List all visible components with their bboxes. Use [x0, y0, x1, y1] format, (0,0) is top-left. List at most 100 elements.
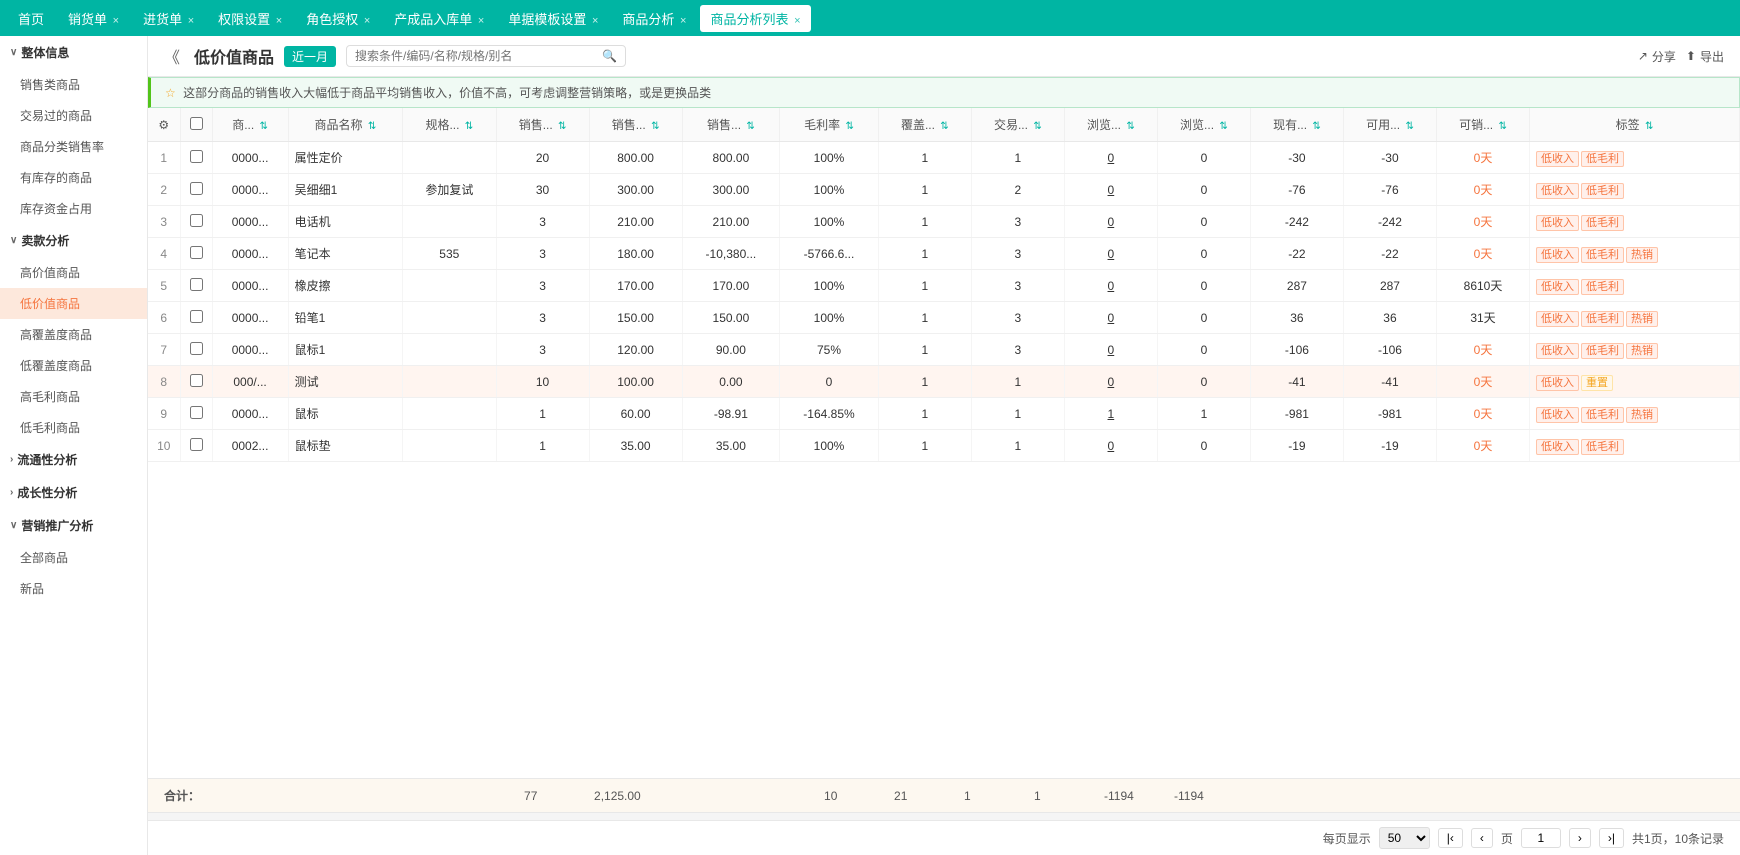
- browse-link[interactable]: 0: [1108, 215, 1115, 229]
- table-header-current-stock[interactable]: 现有... ⇅: [1250, 108, 1343, 142]
- close-icon[interactable]: ×: [794, 15, 800, 27]
- sidebar-item-low-value[interactable]: 低价值商品: [0, 288, 147, 319]
- table-header-trade[interactable]: 交易... ⇅: [971, 108, 1064, 142]
- sidebar-item-stock-products[interactable]: 有库存的商品: [0, 162, 147, 193]
- collapse-sidebar-button[interactable]: 《: [164, 44, 180, 68]
- sidebar-group-liquidity[interactable]: › 流通性分析: [0, 443, 147, 476]
- table-header-available[interactable]: 可用... ⇅: [1343, 108, 1436, 142]
- sidebar-group-overview[interactable]: ∨ 整体信息: [0, 36, 147, 69]
- row-checkbox[interactable]: [180, 334, 212, 366]
- product-name[interactable]: 橡皮擦: [288, 270, 402, 302]
- export-button[interactable]: ⬆ 导出: [1686, 48, 1724, 65]
- row-select-checkbox[interactable]: [190, 374, 203, 387]
- browse-link[interactable]: 0: [1108, 439, 1115, 453]
- sidebar-item-new-products[interactable]: 新品: [0, 573, 147, 604]
- page-size-select[interactable]: 50 100 200: [1379, 827, 1430, 849]
- row-select-checkbox[interactable]: [190, 182, 203, 195]
- browse-link[interactable]: 1: [1108, 407, 1115, 421]
- close-icon[interactable]: ×: [478, 15, 484, 27]
- browse-count1[interactable]: 1: [1064, 398, 1157, 430]
- nav-product-analysis-list[interactable]: 商品分析列表 ×: [700, 5, 810, 32]
- product-name[interactable]: 鼠标垫: [288, 430, 402, 462]
- browse-count1[interactable]: 0: [1064, 366, 1157, 398]
- row-select-checkbox[interactable]: [190, 214, 203, 227]
- table-header-name[interactable]: 商品名称 ⇅: [288, 108, 402, 142]
- row-checkbox[interactable]: [180, 366, 212, 398]
- product-name[interactable]: 属性定价: [288, 142, 402, 174]
- row-select-checkbox[interactable]: [190, 246, 203, 259]
- row-checkbox[interactable]: [180, 206, 212, 238]
- sidebar-item-all-products[interactable]: 全部商品: [0, 542, 147, 573]
- product-name[interactable]: 吴细细1: [288, 174, 402, 206]
- browse-count1[interactable]: 0: [1064, 238, 1157, 270]
- horizontal-scrollbar[interactable]: [148, 812, 1740, 820]
- browse-link[interactable]: 0: [1108, 375, 1115, 389]
- close-icon[interactable]: ×: [188, 15, 194, 27]
- close-icon[interactable]: ×: [364, 15, 370, 27]
- sidebar-item-low-coverage[interactable]: 低覆盖度商品: [0, 350, 147, 381]
- browse-link[interactable]: 0: [1108, 279, 1115, 293]
- sidebar-item-stock-funds[interactable]: 库存资金占用: [0, 193, 147, 224]
- table-header-browse1[interactable]: 浏览... ⇅: [1064, 108, 1157, 142]
- sidebar-item-sales-products[interactable]: 销售类商品: [0, 69, 147, 100]
- row-checkbox[interactable]: [180, 142, 212, 174]
- sidebar-group-sales-analysis[interactable]: ∨ 卖款分析: [0, 224, 147, 257]
- browse-link[interactable]: 0: [1108, 247, 1115, 261]
- table-header-sales2[interactable]: 销售... ⇅: [589, 108, 682, 142]
- nav-permissions[interactable]: 权限设置 ×: [208, 5, 292, 32]
- close-icon[interactable]: ×: [113, 15, 119, 27]
- table-header-margin[interactable]: 毛利率 ⇅: [780, 108, 879, 142]
- sidebar-item-high-coverage[interactable]: 高覆盖度商品: [0, 319, 147, 350]
- last-page-button[interactable]: ›|: [1599, 828, 1624, 848]
- product-name[interactable]: 笔记本: [288, 238, 402, 270]
- sidebar-item-high-margin[interactable]: 高毛利商品: [0, 381, 147, 412]
- row-select-checkbox[interactable]: [190, 406, 203, 419]
- sidebar-item-traded-products[interactable]: 交易过的商品: [0, 100, 147, 131]
- browse-count1[interactable]: 0: [1064, 302, 1157, 334]
- browse-count1[interactable]: 0: [1064, 430, 1157, 462]
- browse-count1[interactable]: 0: [1064, 270, 1157, 302]
- product-name[interactable]: 鼠标1: [288, 334, 402, 366]
- row-select-checkbox[interactable]: [190, 150, 203, 163]
- row-checkbox[interactable]: [180, 430, 212, 462]
- table-header-checkbox[interactable]: [180, 108, 212, 142]
- browse-link[interactable]: 0: [1108, 151, 1115, 165]
- row-select-checkbox[interactable]: [190, 438, 203, 451]
- select-all-checkbox[interactable]: [190, 117, 203, 130]
- row-checkbox[interactable]: [180, 174, 212, 206]
- filter-tag-month[interactable]: 近一月: [284, 46, 336, 67]
- nav-product-analysis[interactable]: 商品分析 ×: [612, 5, 696, 32]
- table-header-coverage[interactable]: 覆盖... ⇅: [878, 108, 971, 142]
- row-checkbox[interactable]: [180, 270, 212, 302]
- table-header-sales1[interactable]: 销售... ⇅: [496, 108, 589, 142]
- sidebar-group-growth[interactable]: › 成长性分析: [0, 476, 147, 509]
- nav-purchase-order[interactable]: 进货单 ×: [133, 5, 204, 32]
- page-number-input[interactable]: [1521, 828, 1561, 848]
- nav-sales-order[interactable]: 销货单 ×: [58, 5, 129, 32]
- browse-count1[interactable]: 0: [1064, 174, 1157, 206]
- search-input[interactable]: [355, 49, 602, 63]
- search-icon[interactable]: 🔍: [602, 49, 617, 63]
- browse-count1[interactable]: 0: [1064, 206, 1157, 238]
- close-icon[interactable]: ×: [276, 15, 282, 27]
- browse-count1[interactable]: 0: [1064, 334, 1157, 366]
- next-page-button[interactable]: ›: [1569, 828, 1591, 848]
- first-page-button[interactable]: |‹: [1438, 828, 1463, 848]
- table-header-sales3[interactable]: 销售... ⇅: [682, 108, 780, 142]
- close-icon[interactable]: ×: [592, 15, 598, 27]
- row-checkbox[interactable]: [180, 302, 212, 334]
- browse-count1[interactable]: 0: [1064, 142, 1157, 174]
- row-select-checkbox[interactable]: [190, 342, 203, 355]
- prev-page-button[interactable]: ‹: [1471, 828, 1493, 848]
- sidebar-item-low-margin[interactable]: 低毛利商品: [0, 412, 147, 443]
- product-name[interactable]: 铅笔1: [288, 302, 402, 334]
- sidebar-item-high-value[interactable]: 高价值商品: [0, 257, 147, 288]
- table-header-gear[interactable]: ⚙: [148, 108, 180, 142]
- table-header-spec[interactable]: 规格... ⇅: [403, 108, 496, 142]
- close-icon[interactable]: ×: [680, 15, 686, 27]
- nav-template[interactable]: 单据模板设置 ×: [498, 5, 608, 32]
- table-header-tags[interactable]: 标签 ⇅: [1530, 108, 1740, 142]
- sidebar-group-marketing[interactable]: ∨ 营销推广分析: [0, 509, 147, 542]
- nav-home[interactable]: 首页: [8, 5, 54, 32]
- browse-link[interactable]: 0: [1108, 311, 1115, 325]
